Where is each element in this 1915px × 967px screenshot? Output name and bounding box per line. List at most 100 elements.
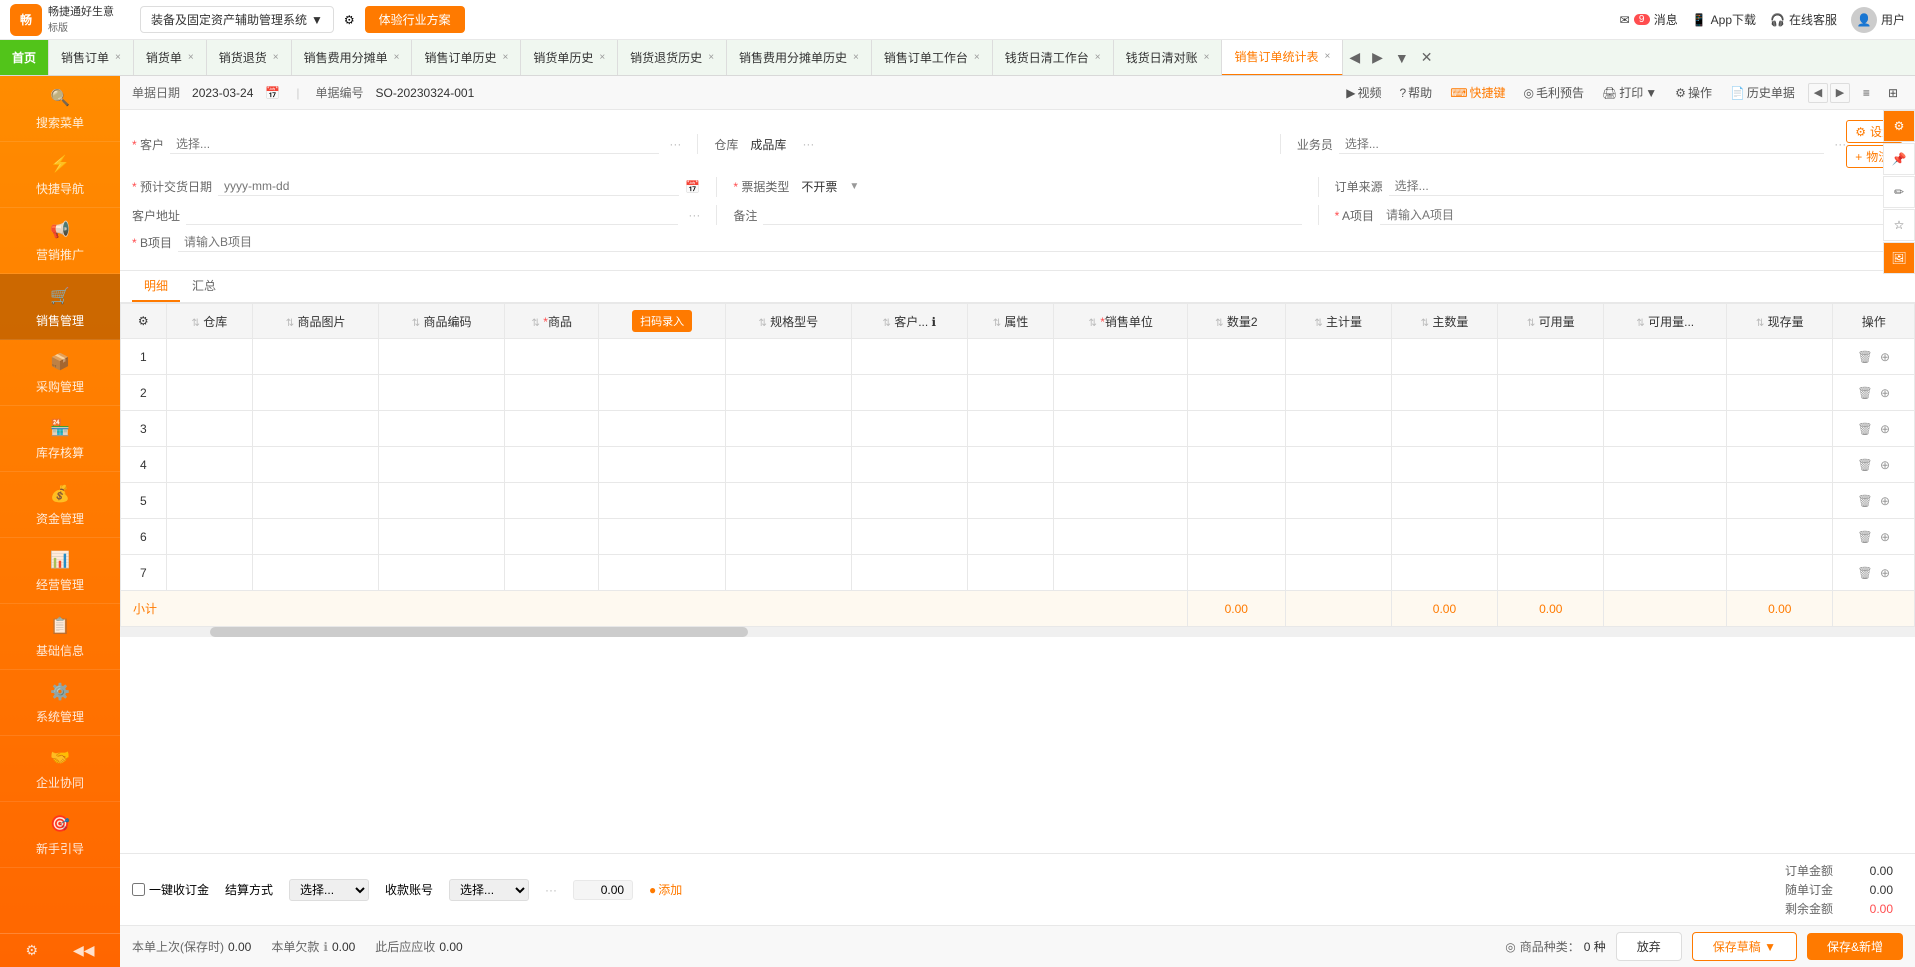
tab-sales-invoice[interactable]: 销货单 ×: [134, 40, 207, 76]
settings-gear[interactable]: ⚙: [344, 13, 355, 27]
row-delete-2[interactable]: 🗑: [1857, 386, 1872, 400]
scan-btn[interactable]: 扫码录入: [632, 310, 692, 332]
one-key-checkbox-input[interactable]: [132, 883, 145, 896]
print-btn[interactable]: 🖨 打印 ▼: [1597, 82, 1662, 103]
account-select[interactable]: 选择...: [449, 879, 529, 901]
tab-summary[interactable]: 汇总: [180, 271, 228, 302]
tab-workbench[interactable]: 销售订单工作台 ×: [872, 40, 993, 76]
save-draft-arrow[interactable]: ▼: [1764, 940, 1776, 954]
add-payment-btn[interactable]: ● 添加: [649, 881, 682, 898]
pager-next[interactable]: ▶: [1830, 83, 1850, 103]
pager-prev[interactable]: ◀: [1808, 83, 1828, 103]
tab-sales-expense[interactable]: 销售费用分摊单 ×: [292, 40, 413, 76]
table-settings-icon[interactable]: ⚙: [138, 314, 149, 328]
operate-btn[interactable]: ⚙ 操作: [1670, 82, 1717, 103]
sidebar-item-search[interactable]: 🔍 搜索菜单: [0, 76, 120, 142]
tab-close-sales-return[interactable]: ×: [273, 52, 279, 63]
row-delete-3[interactable]: 🗑: [1857, 422, 1872, 436]
tab-nav-next[interactable]: ▶: [1366, 40, 1389, 76]
tab-home[interactable]: 首页: [0, 40, 49, 76]
calendar2-icon[interactable]: 📅: [685, 180, 700, 194]
tab-close-return-history[interactable]: ×: [708, 52, 714, 63]
tab-close-workbench[interactable]: ×: [974, 52, 980, 63]
tab-close-stats[interactable]: ×: [1324, 51, 1330, 62]
tab-stats[interactable]: 销售订单统计表 ×: [1222, 40, 1343, 76]
save-draft-btn[interactable]: 保存草稿 ▼: [1692, 932, 1797, 961]
tab-expense-history[interactable]: 销售费用分摊单历史 ×: [727, 40, 872, 76]
a-project-input[interactable]: [1380, 206, 1903, 225]
sidebar-item-system[interactable]: ⚙️ 系统管理: [0, 670, 120, 736]
tab-close-sales-order[interactable]: ×: [115, 52, 121, 63]
right-panel-image-btn[interactable]: 🖼: [1883, 242, 1915, 274]
history-btn[interactable]: 📄 历史单据: [1725, 82, 1800, 103]
th-scan[interactable]: 扫码录入: [599, 304, 725, 339]
row-delete-4[interactable]: 🗑: [1857, 458, 1872, 472]
tab-close-sales-order-history[interactable]: ×: [502, 52, 508, 63]
sidebar-item-guide[interactable]: 🎯 新手引导: [0, 802, 120, 868]
tab-close-daily-clear[interactable]: ×: [1095, 52, 1101, 63]
industry-btn[interactable]: 体验行业方案: [365, 6, 465, 33]
row-copy-6[interactable]: ⊕: [1880, 530, 1890, 544]
shortcut-btn[interactable]: ⌨ 快捷键: [1445, 82, 1510, 103]
warehouse-dots[interactable]: ···: [802, 137, 814, 151]
tab-nav-expand[interactable]: ▼: [1389, 40, 1415, 76]
row-delete-7[interactable]: 🗑: [1857, 566, 1872, 580]
tab-close-reconcile[interactable]: ×: [1204, 52, 1210, 63]
system-selector[interactable]: 装备及固定资产辅助管理系统 ▼: [140, 6, 334, 33]
b-project-input[interactable]: [178, 233, 1903, 252]
row-copy-7[interactable]: ⊕: [1880, 566, 1890, 580]
customer-input[interactable]: [170, 135, 659, 154]
sidebar-item-marketing[interactable]: 📢 营销推广: [0, 208, 120, 274]
row-delete-1[interactable]: 🗑: [1857, 350, 1872, 364]
info-icon[interactable]: ℹ: [932, 315, 937, 329]
right-panel-star-btn[interactable]: ☆: [1883, 209, 1915, 241]
row-copy-5[interactable]: ⊕: [1880, 494, 1890, 508]
sidebar-settings-btn[interactable]: ⚙: [25, 942, 38, 959]
user-avatar-btn[interactable]: 👤 用户: [1851, 7, 1905, 33]
tab-return-history[interactable]: 销货退货历史 ×: [618, 40, 727, 76]
discard-btn[interactable]: 放弃: [1616, 932, 1682, 961]
row-delete-5[interactable]: 🗑: [1857, 494, 1872, 508]
tab-close-sales-invoice[interactable]: ×: [188, 52, 194, 63]
tab-detail[interactable]: 明细: [132, 271, 180, 302]
row-copy-3[interactable]: ⊕: [1880, 422, 1890, 436]
tab-close-expense-history[interactable]: ×: [853, 52, 859, 63]
tab-invoice-history[interactable]: 销货单历史 ×: [521, 40, 618, 76]
one-key-checkbox[interactable]: 一键收订金: [132, 881, 209, 898]
right-panel-settings-btn[interactable]: ⚙: [1883, 110, 1915, 142]
note-input[interactable]: [763, 206, 1301, 225]
delivery-input[interactable]: [218, 177, 679, 196]
right-panel-pin-btn[interactable]: 📌: [1883, 143, 1915, 175]
tab-daily-clear[interactable]: 钱货日清工作台 ×: [993, 40, 1114, 76]
row-copy-1[interactable]: ⊕: [1880, 350, 1890, 364]
sidebar-item-enterprise[interactable]: 🤝 企业协同: [0, 736, 120, 802]
th-settings[interactable]: ⚙: [121, 304, 167, 339]
tab-close-all[interactable]: ✕: [1415, 40, 1439, 76]
tab-close-sales-expense[interactable]: ×: [394, 52, 400, 63]
calendar-icon[interactable]: 📅: [265, 86, 280, 100]
row-copy-2[interactable]: ⊕: [1880, 386, 1890, 400]
tab-reconcile[interactable]: 钱货日清对账 ×: [1114, 40, 1223, 76]
tab-close-invoice-history[interactable]: ×: [599, 52, 605, 63]
sidebar-collapse-btn[interactable]: ◀◀: [73, 942, 95, 959]
customer-dots[interactable]: ···: [669, 137, 681, 151]
help-btn[interactable]: ? 帮助: [1394, 82, 1437, 103]
payment-method-select[interactable]: 选择...: [289, 879, 369, 901]
message-btn[interactable]: ✉ 9 消息: [1620, 11, 1678, 28]
order-source-input[interactable]: [1389, 177, 1887, 196]
sidebar-item-operations[interactable]: 📊 经营管理: [0, 538, 120, 604]
address-dots[interactable]: ···: [688, 208, 700, 222]
support-btn[interactable]: 🎧 在线客服: [1770, 11, 1837, 28]
salesperson-dots[interactable]: ···: [1834, 137, 1846, 151]
salesperson-input[interactable]: [1339, 135, 1824, 154]
profit-btn[interactable]: ◎ 毛利预告: [1519, 82, 1590, 103]
right-panel-edit-btn[interactable]: ✏: [1883, 176, 1915, 208]
sidebar-item-sales[interactable]: 🛒 销售管理: [0, 274, 120, 340]
row-copy-4[interactable]: ⊕: [1880, 458, 1890, 472]
save-new-btn[interactable]: 保存&新增: [1807, 933, 1903, 960]
tab-sales-return[interactable]: 销货退货 ×: [207, 40, 292, 76]
table-scroll-track[interactable]: [120, 627, 1915, 637]
tab-sales-order[interactable]: 销售订单 ×: [49, 40, 134, 76]
tab-nav-prev[interactable]: ◀: [1343, 40, 1366, 76]
account-dots[interactable]: ···: [545, 883, 557, 897]
